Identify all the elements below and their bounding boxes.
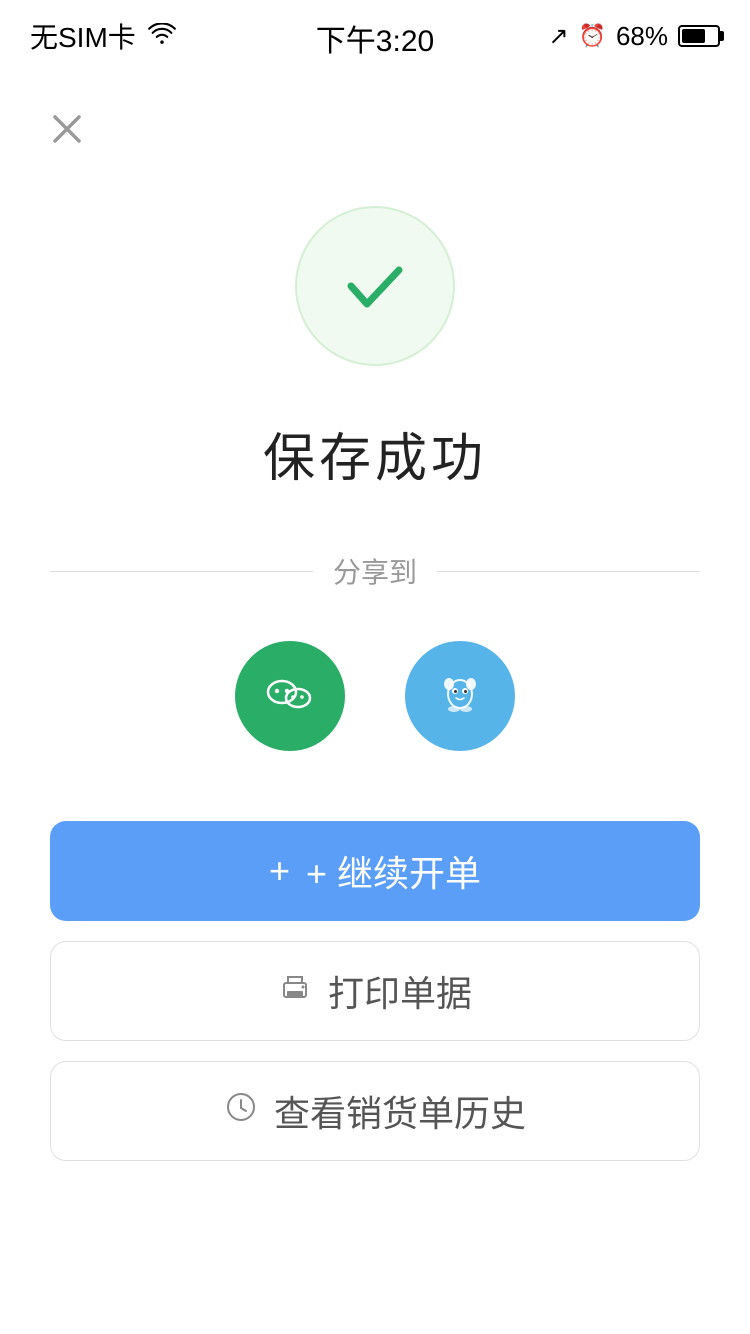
share-icons (235, 641, 515, 751)
close-button[interactable] (40, 102, 94, 156)
battery-icon (678, 25, 720, 47)
status-time: 下午3:20 (316, 16, 434, 60)
wechat-share-button[interactable] (235, 641, 345, 751)
battery-percent: 68% (616, 21, 668, 52)
success-icon-wrapper (295, 206, 455, 366)
print-button[interactable]: 打印单据 (50, 941, 700, 1041)
action-buttons: + + 继续开单 打印单据 查看销货单历史 (50, 821, 700, 1161)
history-label: 查看销货单历史 (274, 1085, 526, 1137)
qq-icon (430, 666, 490, 726)
close-area (0, 72, 750, 166)
print-label: 打印单据 (328, 965, 472, 1017)
status-right: ↗ ⏰ 68% (548, 21, 720, 52)
carrier-text: 无SIM卡 (30, 16, 136, 56)
divider-line-right (437, 571, 700, 572)
continue-plus-icon: + (269, 850, 290, 892)
share-label: 分享到 (333, 551, 417, 591)
success-circle (295, 206, 455, 366)
location-icon: ↗ (548, 22, 568, 51)
divider-line-left (50, 571, 313, 572)
print-icon (278, 970, 312, 1012)
history-button[interactable]: 查看销货单历史 (50, 1061, 700, 1161)
checkmark-icon (335, 246, 415, 326)
qq-share-button[interactable] (405, 641, 515, 751)
status-left: 无SIM卡 (30, 16, 176, 56)
wifi-icon (148, 20, 176, 52)
wechat-icon (260, 666, 320, 726)
main-content: 保存成功 分享到 (0, 166, 750, 1334)
success-title: 保存成功 (263, 416, 487, 491)
share-divider: 分享到 (50, 551, 700, 591)
continue-button[interactable]: + + 继续开单 (50, 821, 700, 921)
status-bar: 无SIM卡 下午3:20 ↗ ⏰ 68% (0, 0, 750, 72)
history-icon (224, 1090, 258, 1133)
continue-label: + 继续开单 (306, 845, 481, 897)
alarm-icon: ⏰ (579, 23, 606, 49)
